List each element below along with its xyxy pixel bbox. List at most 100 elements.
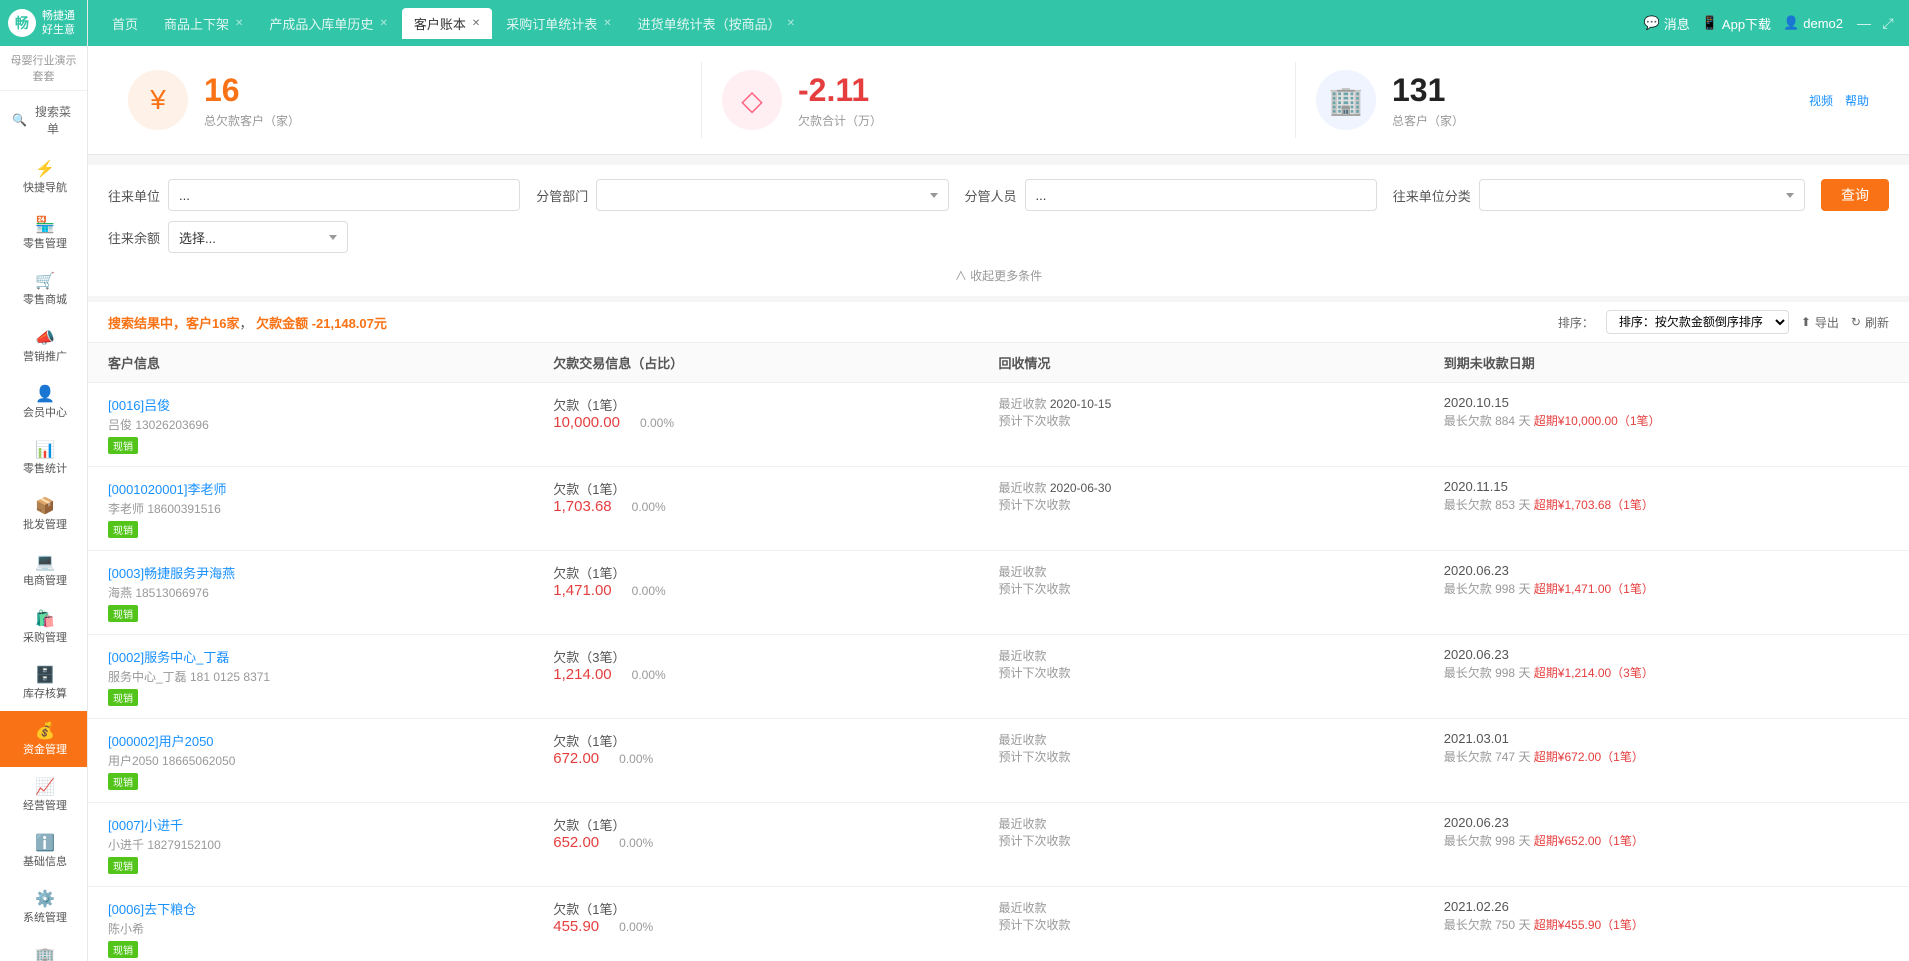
overdue-info: 最长欠款 853 天 超期¥1,703.68（1笔）: [1444, 496, 1889, 513]
video-link[interactable]: 视频: [1809, 92, 1833, 109]
unit-category-label: 往来单位分类: [1393, 186, 1471, 205]
collapse-row[interactable]: ∧ 收起更多条件: [108, 263, 1889, 288]
overdue-link[interactable]: 超期¥1,214.00（3笔）: [1534, 666, 1654, 680]
sidebar-item-purchase[interactable]: 🛍️ 采购管理: [0, 599, 87, 655]
debt-amount: 455.90: [553, 918, 599, 935]
dept-input[interactable]: [596, 179, 948, 211]
source-unit-label: 往来单位: [108, 186, 160, 205]
close-icon[interactable]: ✕: [603, 18, 611, 29]
sidebar-item-system[interactable]: ⚙️ 系统管理: [0, 879, 87, 935]
collection-next: 预计下次收款: [999, 496, 1444, 513]
stat-card-total-customers: 🏢 131 总客户（家） 视频 帮助: [1296, 62, 1889, 138]
customer-name-link[interactable]: [0003]畅捷服务尹海燕: [108, 566, 235, 581]
close-icon[interactable]: ✕: [787, 18, 795, 29]
source-unit-input[interactable]: ...: [168, 179, 520, 211]
due-date: 2020.10.15: [1444, 395, 1889, 410]
person-input[interactable]: ...: [1025, 179, 1377, 211]
customer-name-link[interactable]: [0006]去下粮仓: [108, 902, 196, 917]
sidebar-item-inventory[interactable]: 🗄️ 库存核算: [0, 655, 87, 711]
help-link[interactable]: 帮助: [1845, 92, 1869, 109]
overdue-info: 最长欠款 884 天 超期¥10,000.00（1笔）: [1444, 412, 1889, 429]
header-right: 💬 消息 📱 App下载 👤 demo2 — ⤢: [1644, 14, 1897, 33]
search-icon: 🔍: [12, 113, 27, 127]
debt-count: 欠款（1笔）: [553, 899, 998, 918]
sidebar-item-retail-stats[interactable]: 📊 零售统计: [0, 430, 87, 486]
tab-production-history[interactable]: 产成品入库单历史 ✕: [257, 8, 399, 39]
sidebar-item-member[interactable]: 👤 会员中心: [0, 374, 87, 430]
purchase-icon: 🛍️: [35, 609, 55, 629]
balance-label: 往来余额: [108, 228, 160, 247]
minimize-button[interactable]: —: [1855, 14, 1873, 32]
due-date: 2021.03.01: [1444, 731, 1889, 746]
due-date-cell: 2020.11.15 最长欠款 853 天 超期¥1,703.68（1笔）: [1444, 479, 1889, 513]
customer-name-link[interactable]: [0002]服务中心_丁磊: [108, 650, 229, 665]
close-icon[interactable]: ✕: [472, 18, 480, 29]
debt-row-content: 10,000.00 0.00%: [553, 414, 998, 431]
app-download-button[interactable]: 📱 App下载: [1702, 14, 1771, 33]
message-button[interactable]: 💬 消息: [1644, 14, 1690, 33]
search-button[interactable]: 查询: [1821, 179, 1889, 211]
stat-value-debt: -2.11: [798, 71, 882, 109]
overdue-link[interactable]: 超期¥1,703.68（1笔）: [1534, 498, 1654, 512]
collection-latest: 最近收款: [999, 563, 1444, 580]
user-avatar[interactable]: 👤 demo2: [1783, 15, 1843, 31]
overdue-link[interactable]: 超期¥652.00（1笔）: [1534, 834, 1644, 848]
filter-item-person: 分管人员 ...: [965, 179, 1377, 211]
sidebar-item-quick-nav[interactable]: ⚡ 快捷导航: [0, 149, 87, 205]
filter-item-dept: 分管部门: [536, 179, 948, 211]
tab-purchase-order[interactable]: 采购订单统计表 ✕: [494, 8, 623, 39]
close-icon[interactable]: ✕: [235, 18, 243, 29]
export-button[interactable]: ⬆ 导出: [1801, 314, 1839, 331]
customer-name-link[interactable]: [0016]吕俊: [108, 398, 170, 413]
collection-next: 预计下次收款: [999, 832, 1444, 849]
stat-icon-total: 🏢: [1316, 70, 1376, 130]
sidebar-item-batch-mgmt[interactable]: 📦 批发管理: [0, 486, 87, 542]
table-row: [0016]吕俊 吕俊 13026203696 现销 欠款（1笔） 10,000…: [88, 383, 1909, 467]
tab-product-offshelf[interactable]: 商品上下架 ✕: [152, 8, 255, 39]
collection-cell: 最近收款 预计下次收款: [999, 815, 1444, 849]
overdue-link[interactable]: 超期¥672.00（1笔）: [1534, 750, 1644, 764]
sort-select[interactable]: 排序：按欠款金额倒序排序: [1606, 310, 1789, 334]
overdue-info: 最长欠款 998 天 超期¥1,214.00（3笔）: [1444, 664, 1889, 681]
collection-latest: 最近收款: [999, 647, 1444, 664]
top-header: 首页 商品上下架 ✕ 产成品入库单历史 ✕ 客户账本 ✕ 采购订单统计表 ✕: [88, 0, 1909, 46]
overdue-link[interactable]: 超期¥1,471.00（1笔）: [1534, 582, 1654, 596]
balance-input[interactable]: 选择...: [168, 221, 348, 253]
logo-icon: 畅: [8, 9, 36, 37]
debt-count: 欠款（3笔）: [553, 647, 998, 666]
debt-row-content: 1,214.00 0.00%: [553, 666, 998, 683]
collection-next: 预计下次收款: [999, 580, 1444, 597]
sidebar-item-enterprise[interactable]: 🏢 企业协同: [0, 936, 87, 961]
debt-cell: 欠款（3笔） 1,214.00 0.00%: [553, 647, 998, 683]
stat-info-customers: 16 总欠款客户（家）: [204, 71, 300, 128]
sidebar-item-ecom[interactable]: 💻 电商管理: [0, 542, 87, 598]
sidebar-item-basic-info[interactable]: ℹ️ 基础信息: [0, 823, 87, 879]
overdue-link[interactable]: 超期¥455.90（1笔）: [1534, 918, 1644, 932]
close-icon[interactable]: ✕: [379, 18, 387, 29]
tab-home[interactable]: 首页: [100, 8, 150, 39]
sidebar-search[interactable]: 🔍 搜索菜单: [0, 91, 87, 149]
stats-row: ¥ 16 总欠款客户（家） ◇ -2.11 欠款合计（万） 🏢: [88, 46, 1909, 155]
sidebar-item-retail-mall[interactable]: 🛒 零售商城: [0, 261, 87, 317]
customer-name-link[interactable]: [0007]小进千: [108, 818, 183, 833]
tab-inbound-stats[interactable]: 进货单统计表（按商品） ✕: [626, 8, 807, 39]
customer-name-link[interactable]: [0001020001]李老师: [108, 482, 227, 497]
results-info: 搜索结果中，客户16家， 欠款金额 -21,148.07元: [108, 313, 387, 332]
customer-name-link[interactable]: [000002]用户2050: [108, 734, 214, 749]
overdue-link[interactable]: 超期¥10,000.00（1笔）: [1534, 414, 1661, 428]
sidebar-item-finance[interactable]: 💰 资金管理: [0, 711, 87, 767]
sidebar-item-marketing[interactable]: 📣 营销推广: [0, 318, 87, 374]
sidebar-item-ops[interactable]: 📈 经营管理: [0, 767, 87, 823]
debt-row-content: 1,471.00 0.00%: [553, 582, 998, 599]
maximize-button[interactable]: ⤢: [1879, 14, 1897, 32]
search-menu-button[interactable]: 🔍 搜索菜单: [8, 99, 79, 141]
message-icon: 💬: [1644, 15, 1660, 31]
customer-contact: 小进千 18279152100: [108, 836, 553, 853]
unit-category-input[interactable]: [1479, 179, 1805, 211]
refresh-button[interactable]: ↻ 刷新: [1851, 314, 1889, 331]
tab-customer-account[interactable]: 客户账本 ✕: [402, 8, 492, 39]
sidebar-item-retail-mgmt[interactable]: 🏪 零售管理: [0, 205, 87, 261]
debt-cell: 欠款（1笔） 652.00 0.00%: [553, 815, 998, 851]
debt-count: 欠款（1笔）: [553, 731, 998, 750]
customer-cell: [0006]去下粮仓 陈小希 现销: [108, 899, 553, 958]
